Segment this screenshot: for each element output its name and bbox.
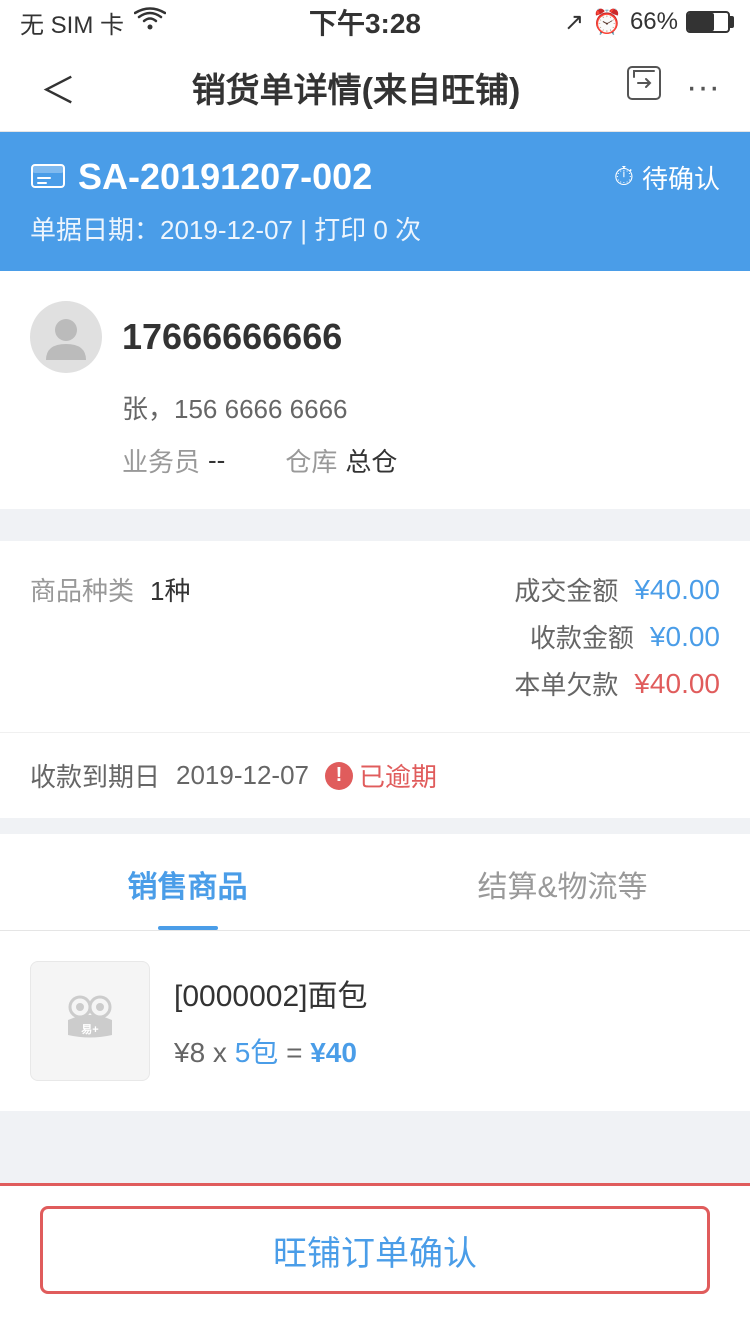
transaction-amount-label: 成交金额 bbox=[514, 571, 618, 608]
status-bar: 无 SIM 卡 下午3:28 ↗ ⏰ 66% bbox=[0, 0, 750, 44]
order-icon bbox=[30, 156, 66, 198]
location-icon: ↗ bbox=[564, 8, 584, 37]
customer-phone: 17666666666 bbox=[122, 316, 342, 358]
product-name: [0000002]面包 bbox=[174, 971, 720, 1015]
back-button[interactable]: ＜ bbox=[30, 52, 86, 124]
nav-bar: ＜ 销货单详情(来自旺铺) ··· bbox=[0, 44, 750, 132]
order-header: SA-20191207-002 ⏱ 待确认 单据日期：2019-12-07 | … bbox=[0, 132, 750, 271]
product-info: [0000002]面包 ¥8 x 5包 = ¥40 bbox=[174, 971, 720, 1071]
warehouse-label: 仓库 bbox=[285, 442, 337, 479]
confirm-button[interactable]: 旺铺订单确认 bbox=[40, 1206, 710, 1294]
price-formula: ¥8 x bbox=[174, 1037, 227, 1068]
amounts-section: 成交金额 ¥40.00 收款金额 ¥0.00 本单欠款 ¥40.00 bbox=[514, 571, 720, 702]
received-amount-value: ¥0.00 bbox=[650, 621, 720, 653]
bottom-bar: 旺铺订单确认 bbox=[0, 1183, 750, 1334]
status-right: ↗ ⏰ 66% bbox=[564, 8, 730, 37]
equals-sign: = bbox=[286, 1037, 302, 1068]
warehouse-field: 仓库 总仓 bbox=[285, 442, 397, 479]
tab-bar: 销售商品 结算&物流等 bbox=[0, 834, 750, 931]
outstanding-row: 本单欠款 ¥40.00 bbox=[514, 665, 720, 702]
product-image: 易+ bbox=[30, 961, 150, 1081]
customer-meta: 业务员 -- 仓库 总仓 bbox=[30, 442, 720, 479]
status-left: 无 SIM 卡 bbox=[20, 5, 166, 40]
customer-header: 17666666666 bbox=[30, 301, 720, 373]
battery-icon bbox=[686, 11, 730, 33]
salesperson-value: -- bbox=[208, 445, 225, 476]
outstanding-value: ¥40.00 bbox=[634, 668, 720, 700]
product-item: 易+ [0000002]面包 ¥8 x 5包 = ¥40 bbox=[0, 931, 750, 1111]
page-title: 销货单详情(来自旺铺) bbox=[192, 63, 521, 112]
due-date-label: 收款到期日 bbox=[30, 757, 160, 794]
share-icon[interactable] bbox=[626, 65, 662, 110]
product-types-value: 1种 bbox=[150, 571, 190, 608]
wifi-icon bbox=[134, 7, 166, 38]
order-id: SA-20191207-002 bbox=[30, 156, 372, 198]
warehouse-value: 总仓 bbox=[345, 442, 397, 479]
transaction-amount-row: 成交金额 ¥40.00 bbox=[514, 571, 720, 608]
tab-settlement[interactable]: 结算&物流等 bbox=[375, 834, 750, 930]
status-time: 下午3:28 bbox=[309, 2, 421, 42]
product-types-label: 商品种类 bbox=[30, 571, 134, 608]
clock-icon: ⏱ bbox=[614, 161, 634, 193]
summary-row: 商品种类 1种 成交金额 ¥40.00 收款金额 ¥0.00 本单欠款 ¥40.… bbox=[30, 571, 720, 702]
customer-name: 张，156 6666 6666 bbox=[30, 389, 720, 426]
overdue-badge: ! 已逾期 bbox=[325, 757, 437, 794]
received-amount-row: 收款金额 ¥0.00 bbox=[530, 618, 720, 655]
svg-text:易+: 易+ bbox=[81, 1023, 98, 1036]
product-logo-icon: 易+ bbox=[50, 985, 130, 1057]
product-qty: 5包 bbox=[235, 1037, 279, 1068]
order-status: ⏱ 待确认 bbox=[614, 159, 720, 196]
tab-section: 销售商品 结算&物流等 易+ [0000002]面包 ¥8 x bbox=[0, 834, 750, 1111]
salesperson-label: 业务员 bbox=[122, 442, 200, 479]
salesperson-field: 业务员 -- bbox=[122, 442, 225, 479]
transaction-amount-value: ¥40.00 bbox=[634, 574, 720, 606]
product-price: ¥8 x 5包 = ¥40 bbox=[174, 1031, 720, 1071]
received-amount-label: 收款金额 bbox=[530, 618, 634, 655]
customer-avatar bbox=[30, 301, 102, 373]
divider-1 bbox=[0, 525, 750, 541]
summary-card: 商品种类 1种 成交金额 ¥40.00 收款金额 ¥0.00 本单欠款 ¥40.… bbox=[0, 541, 750, 732]
tab-sales[interactable]: 销售商品 bbox=[0, 834, 375, 930]
overdue-icon: ! bbox=[325, 762, 353, 790]
order-date: 单据日期：2019-12-07 | 打印 0 次 bbox=[30, 210, 720, 247]
order-id-row: SA-20191207-002 ⏱ 待确认 bbox=[30, 156, 720, 198]
alarm-icon: ⏰ bbox=[592, 8, 622, 37]
more-icon[interactable]: ··· bbox=[686, 68, 720, 107]
product-types-field: 商品种类 1种 bbox=[30, 571, 190, 608]
due-date-section: 收款到期日 2019-12-07 ! 已逾期 bbox=[0, 732, 750, 818]
overdue-text: 已逾期 bbox=[359, 757, 437, 794]
product-total: ¥40 bbox=[310, 1037, 357, 1068]
nav-actions: ··· bbox=[626, 65, 720, 110]
battery-percent: 66% bbox=[630, 8, 678, 36]
customer-card: 17666666666 张，156 6666 6666 业务员 -- 仓库 总仓 bbox=[0, 271, 750, 509]
carrier-text: 无 SIM 卡 bbox=[20, 5, 124, 40]
outstanding-label: 本单欠款 bbox=[514, 665, 618, 702]
due-date-value: 2019-12-07 bbox=[176, 760, 309, 791]
